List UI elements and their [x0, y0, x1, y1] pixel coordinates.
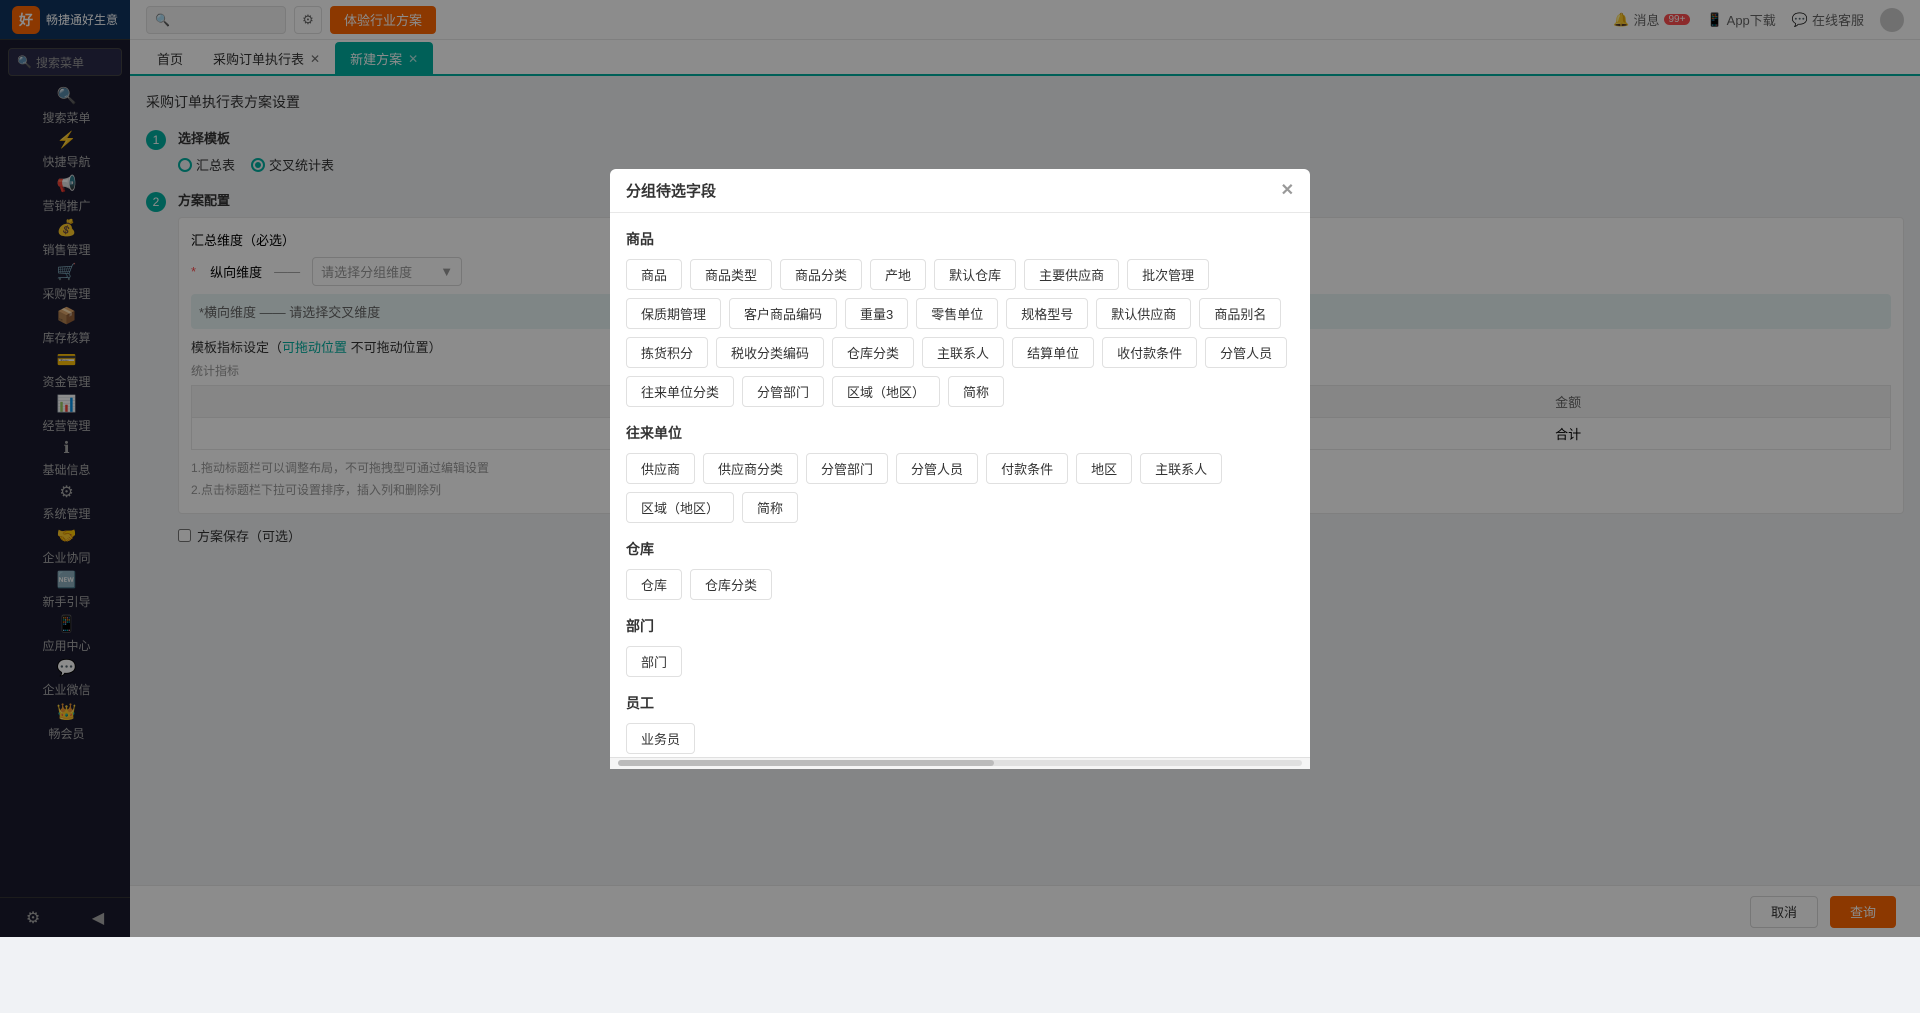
modal-section-product: 商品 商品 商品类型 商品分类 产地 默认仓库 主要供应商 批次管理 保质期管理… [626, 229, 1294, 407]
field-tag[interactable]: 重量3 [845, 298, 908, 329]
field-tag[interactable]: 供应商 [626, 453, 695, 484]
field-tags-product: 商品 商品类型 商品分类 产地 默认仓库 主要供应商 批次管理 保质期管理 客户… [626, 259, 1294, 407]
field-tag[interactable]: 区域（地区） [626, 492, 734, 523]
field-tag[interactable]: 客户商品编码 [729, 298, 837, 329]
field-tag[interactable]: 分管人员 [1205, 337, 1287, 368]
field-tag[interactable]: 主联系人 [1140, 453, 1222, 484]
field-tags-warehouse: 仓库 仓库分类 [626, 569, 1294, 600]
field-tag[interactable]: 默认仓库 [934, 259, 1016, 290]
field-tag[interactable]: 简称 [742, 492, 798, 523]
field-tags-dept: 部门 [626, 646, 1294, 677]
field-tags-staff: 业务员 [626, 723, 1294, 754]
field-tag[interactable]: 结算单位 [1012, 337, 1094, 368]
field-tag[interactable]: 部门 [626, 646, 682, 677]
field-tag[interactable]: 保质期管理 [626, 298, 721, 329]
modal-overlay: 分组待选字段 ✕ 商品 商品 商品类型 商品分类 产地 默认仓库 主要供应商 批… [0, 0, 1920, 937]
section-title-dept: 部门 [626, 616, 1294, 636]
modal-header: 分组待选字段 ✕ [610, 169, 1310, 213]
field-tag[interactable]: 往来单位分类 [626, 376, 734, 407]
field-tag[interactable]: 规格型号 [1006, 298, 1088, 329]
field-tag[interactable]: 收付款条件 [1102, 337, 1197, 368]
hscroll-thumb [618, 760, 994, 766]
field-tag[interactable]: 商品分类 [780, 259, 862, 290]
modal: 分组待选字段 ✕ 商品 商品 商品类型 商品分类 产地 默认仓库 主要供应商 批… [610, 169, 1310, 769]
field-tag[interactable]: 供应商分类 [703, 453, 798, 484]
field-tag[interactable]: 拣货积分 [626, 337, 708, 368]
modal-section-staff: 员工 业务员 [626, 693, 1294, 754]
modal-title: 分组待选字段 [626, 180, 716, 201]
modal-section-warehouse: 仓库 仓库 仓库分类 [626, 539, 1294, 600]
modal-section-partner: 往来单位 供应商 供应商分类 分管部门 分管人员 付款条件 地区 主联系人 区域… [626, 423, 1294, 523]
field-tag[interactable]: 主联系人 [922, 337, 1004, 368]
field-tag[interactable]: 分管人员 [896, 453, 978, 484]
field-tag[interactable]: 主要供应商 [1024, 259, 1119, 290]
section-title-partner: 往来单位 [626, 423, 1294, 443]
field-tag[interactable]: 地区 [1076, 453, 1132, 484]
field-tag[interactable]: 业务员 [626, 723, 695, 754]
field-tag[interactable]: 税收分类编码 [716, 337, 824, 368]
section-title-staff: 员工 [626, 693, 1294, 713]
section-title-product: 商品 [626, 229, 1294, 249]
field-tag[interactable]: 仓库分类 [690, 569, 772, 600]
field-tag[interactable]: 商品 [626, 259, 682, 290]
field-tag[interactable]: 付款条件 [986, 453, 1068, 484]
field-tag[interactable]: 商品别名 [1199, 298, 1281, 329]
field-tag[interactable]: 简称 [948, 376, 1004, 407]
field-tag[interactable]: 产地 [870, 259, 926, 290]
field-tag[interactable]: 分管部门 [806, 453, 888, 484]
field-tag[interactable]: 仓库 [626, 569, 682, 600]
field-tag[interactable]: 批次管理 [1127, 259, 1209, 290]
modal-close-btn[interactable]: ✕ [1281, 180, 1294, 200]
modal-section-dept: 部门 部门 [626, 616, 1294, 677]
field-tag[interactable]: 零售单位 [916, 298, 998, 329]
field-tag[interactable]: 默认供应商 [1096, 298, 1191, 329]
field-tag[interactable]: 区域（地区） [832, 376, 940, 407]
field-tag[interactable]: 分管部门 [742, 376, 824, 407]
field-tags-partner: 供应商 供应商分类 分管部门 分管人员 付款条件 地区 主联系人 区域（地区） … [626, 453, 1294, 523]
modal-hscroll[interactable] [610, 757, 1310, 768]
section-title-warehouse: 仓库 [626, 539, 1294, 559]
field-tag[interactable]: 仓库分类 [832, 337, 914, 368]
modal-body: 商品 商品 商品类型 商品分类 产地 默认仓库 主要供应商 批次管理 保质期管理… [610, 213, 1310, 758]
field-tag[interactable]: 商品类型 [690, 259, 772, 290]
